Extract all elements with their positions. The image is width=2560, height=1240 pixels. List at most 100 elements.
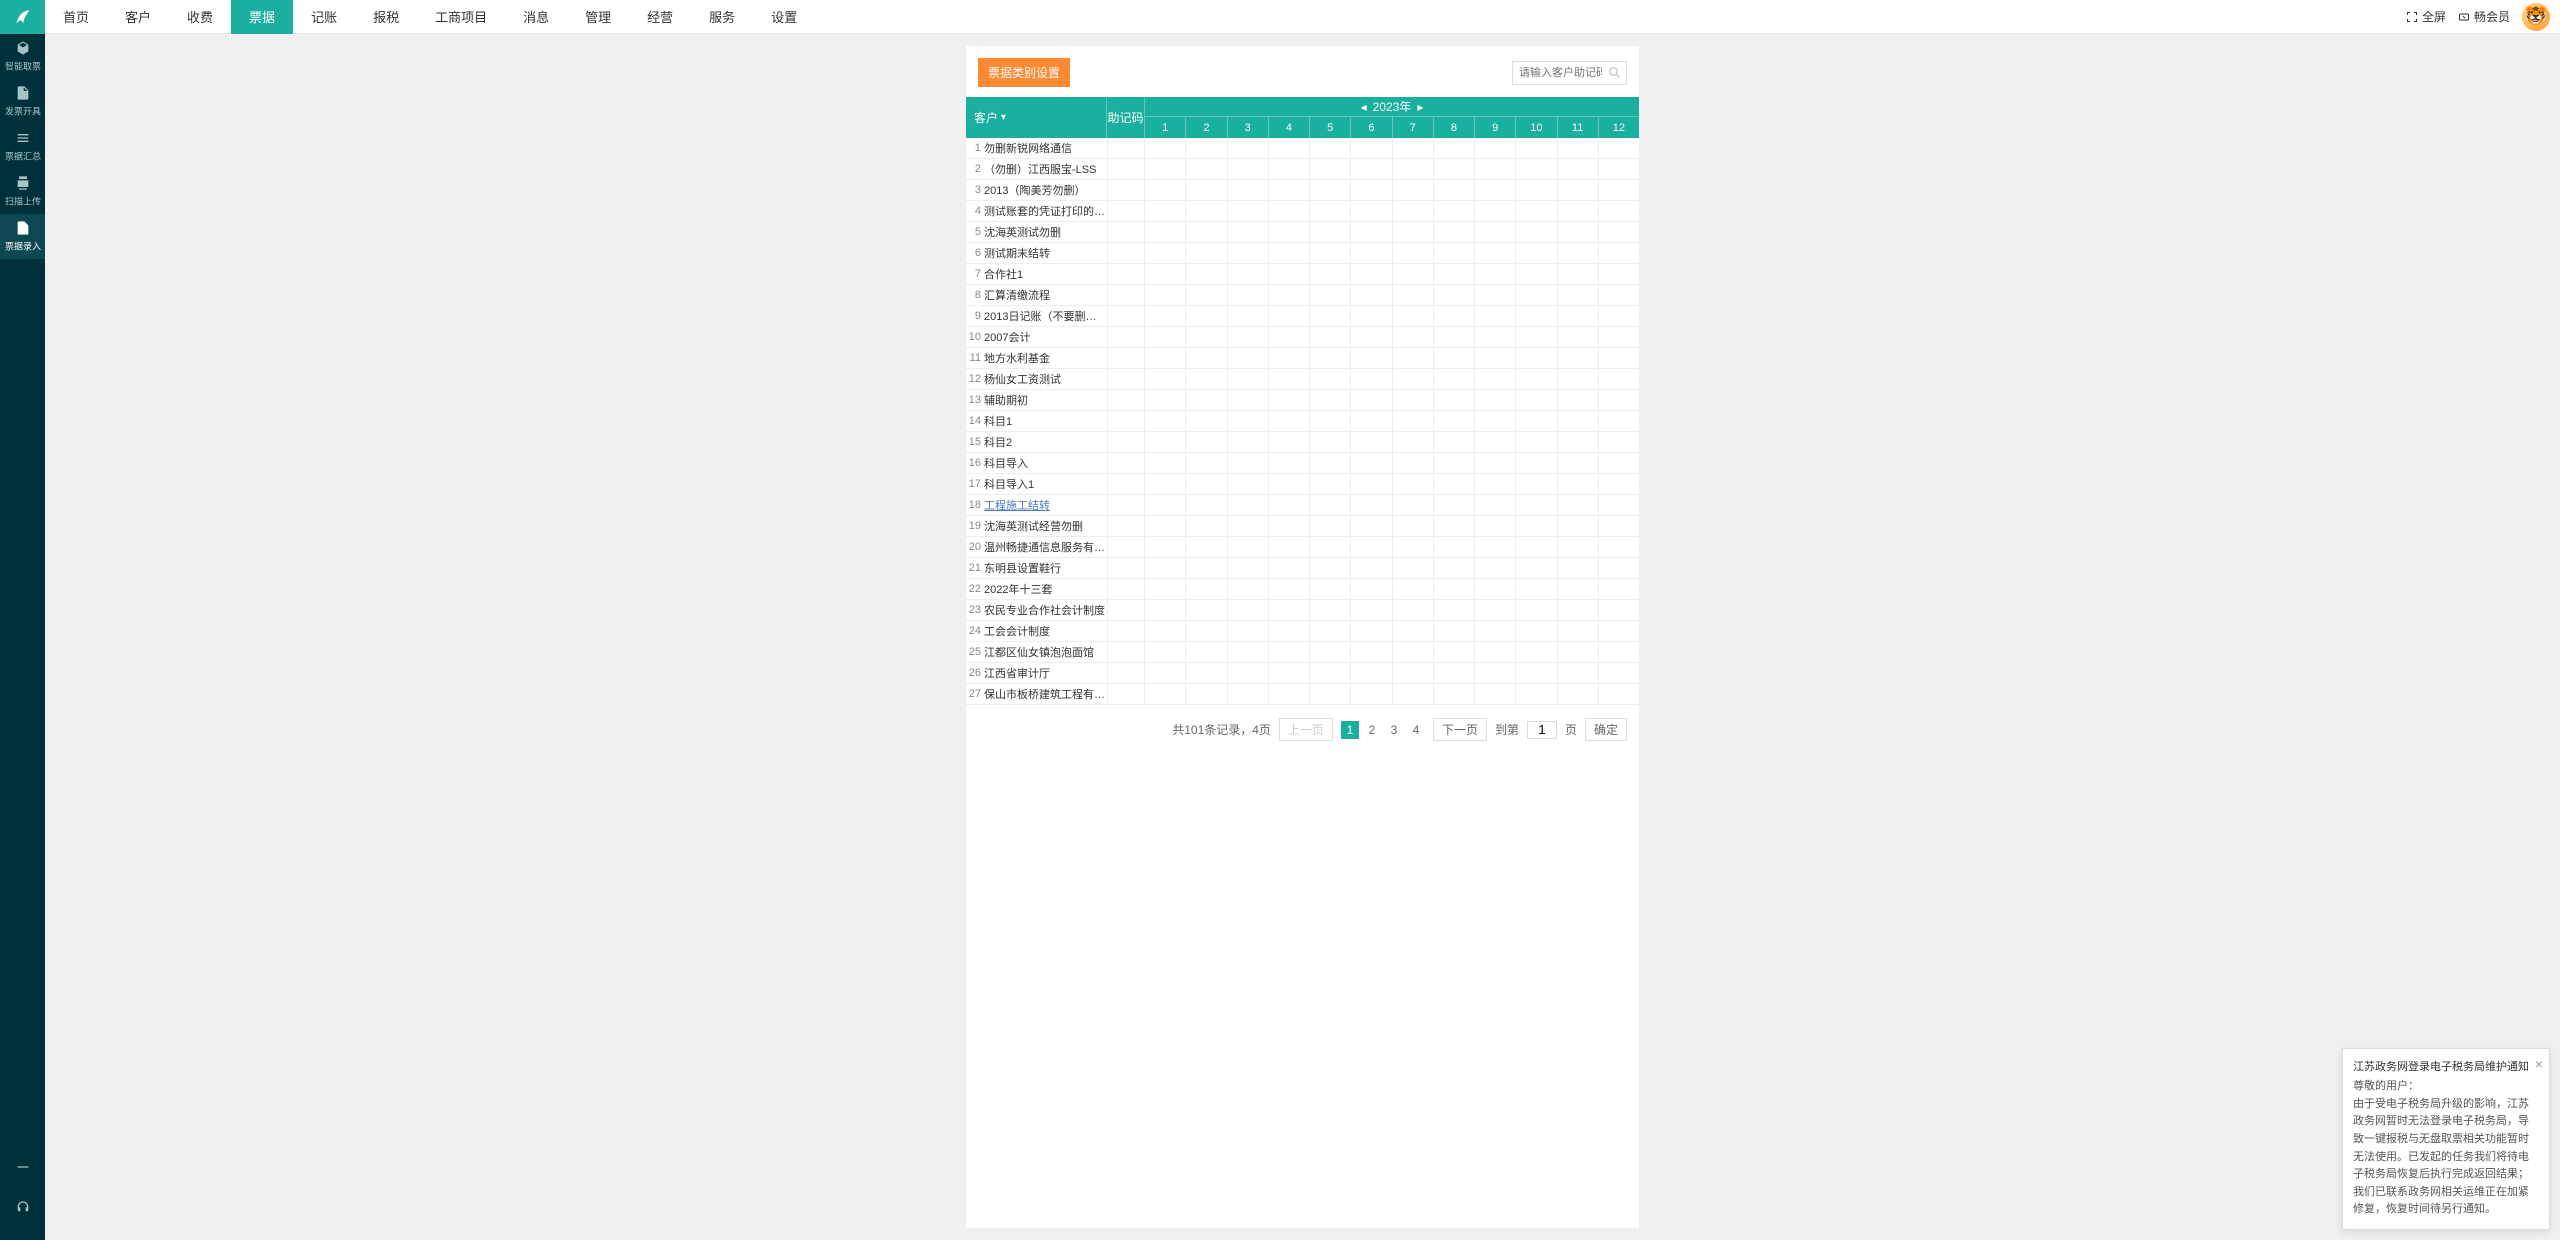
topnav-item-11[interactable]: 设置	[753, 0, 815, 34]
month-header-12[interactable]: 12	[1599, 117, 1639, 138]
month-cell[interactable]	[1393, 222, 1434, 242]
month-cell[interactable]	[1351, 390, 1392, 410]
month-cell[interactable]	[1351, 621, 1392, 641]
month-cell[interactable]	[1393, 159, 1434, 179]
month-cell[interactable]	[1516, 285, 1557, 305]
month-cell[interactable]	[1516, 264, 1557, 284]
table-row[interactable]: 20温州畅捷通信息服务有限公司	[966, 537, 1639, 558]
month-cell[interactable]	[1475, 579, 1516, 599]
month-cell[interactable]	[1310, 264, 1351, 284]
month-cell[interactable]	[1310, 411, 1351, 431]
month-cell[interactable]	[1475, 411, 1516, 431]
month-cell[interactable]	[1599, 285, 1639, 305]
month-cell[interactable]	[1145, 264, 1186, 284]
month-cell[interactable]	[1475, 663, 1516, 683]
month-cell[interactable]	[1516, 390, 1557, 410]
month-cell[interactable]	[1516, 474, 1557, 494]
month-cell[interactable]	[1516, 558, 1557, 578]
month-cell[interactable]	[1558, 243, 1599, 263]
month-cell[interactable]	[1186, 348, 1227, 368]
month-cell[interactable]	[1310, 432, 1351, 452]
month-cell[interactable]	[1351, 516, 1392, 536]
month-cell[interactable]	[1475, 138, 1516, 158]
month-cell[interactable]	[1558, 159, 1599, 179]
table-row[interactable]: 12杨仙女工资测试	[966, 369, 1639, 390]
month-cell[interactable]	[1351, 684, 1392, 704]
month-cell[interactable]	[1434, 138, 1475, 158]
month-cell[interactable]	[1269, 306, 1310, 326]
month-cell[interactable]	[1269, 285, 1310, 305]
month-cell[interactable]	[1228, 537, 1269, 557]
year-next[interactable]: ▸	[1417, 100, 1423, 114]
month-cell[interactable]	[1558, 684, 1599, 704]
month-cell[interactable]	[1186, 558, 1227, 578]
month-cell[interactable]	[1269, 390, 1310, 410]
month-cell[interactable]	[1351, 138, 1392, 158]
topnav-item-6[interactable]: 工商项目	[417, 0, 505, 34]
month-cell[interactable]	[1434, 474, 1475, 494]
table-row[interactable]: 23农民专业合作社会计制度	[966, 600, 1639, 621]
table-row[interactable]: 25江都区仙女镇泡泡面馆	[966, 642, 1639, 663]
month-cell[interactable]	[1434, 285, 1475, 305]
month-cell[interactable]	[1516, 621, 1557, 641]
month-cell[interactable]	[1269, 201, 1310, 221]
month-cell[interactable]	[1228, 621, 1269, 641]
month-header-1[interactable]: 1	[1145, 117, 1186, 138]
month-cell[interactable]	[1558, 558, 1599, 578]
month-cell[interactable]	[1310, 663, 1351, 683]
month-cell[interactable]	[1599, 264, 1639, 284]
month-cell[interactable]	[1269, 684, 1310, 704]
month-cell[interactable]	[1145, 306, 1186, 326]
month-cell[interactable]	[1310, 621, 1351, 641]
month-cell[interactable]	[1269, 159, 1310, 179]
month-cell[interactable]	[1393, 348, 1434, 368]
month-cell[interactable]	[1393, 474, 1434, 494]
month-cell[interactable]	[1558, 348, 1599, 368]
month-cell[interactable]	[1145, 453, 1186, 473]
topnav-item-3[interactable]: 票据	[231, 0, 293, 34]
month-cell[interactable]	[1145, 138, 1186, 158]
table-row[interactable]: 27保山市板桥建筑工程有限责任...	[966, 684, 1639, 705]
month-cell[interactable]	[1269, 642, 1310, 662]
month-cell[interactable]	[1351, 285, 1392, 305]
month-cell[interactable]	[1228, 138, 1269, 158]
month-cell[interactable]	[1558, 327, 1599, 347]
month-cell[interactable]	[1269, 453, 1310, 473]
month-cell[interactable]	[1434, 327, 1475, 347]
month-cell[interactable]	[1516, 453, 1557, 473]
month-cell[interactable]	[1516, 222, 1557, 242]
month-cell[interactable]	[1599, 180, 1639, 200]
month-cell[interactable]	[1310, 306, 1351, 326]
pager-page-3[interactable]: 3	[1385, 721, 1403, 739]
month-cell[interactable]	[1310, 390, 1351, 410]
month-cell[interactable]	[1351, 327, 1392, 347]
month-cell[interactable]	[1516, 600, 1557, 620]
month-cell[interactable]	[1310, 684, 1351, 704]
month-cell[interactable]	[1310, 516, 1351, 536]
month-cell[interactable]	[1599, 621, 1639, 641]
month-cell[interactable]	[1516, 327, 1557, 347]
month-cell[interactable]	[1269, 663, 1310, 683]
month-cell[interactable]	[1393, 138, 1434, 158]
month-cell[interactable]	[1310, 579, 1351, 599]
month-cell[interactable]	[1186, 264, 1227, 284]
month-cell[interactable]	[1351, 159, 1392, 179]
month-cell[interactable]	[1599, 579, 1639, 599]
table-row[interactable]: 4测试账套的凭证打印的时候是否	[966, 201, 1639, 222]
month-cell[interactable]	[1475, 642, 1516, 662]
table-row[interactable]: 19沈海英测试经营勿删	[966, 516, 1639, 537]
month-cell[interactable]	[1558, 201, 1599, 221]
month-cell[interactable]	[1351, 495, 1392, 515]
month-cell[interactable]	[1475, 453, 1516, 473]
month-cell[interactable]	[1228, 516, 1269, 536]
table-row[interactable]: 15科目2	[966, 432, 1639, 453]
month-cell[interactable]	[1558, 264, 1599, 284]
month-cell[interactable]	[1434, 369, 1475, 389]
table-row[interactable]: 92013日记账（不要删除哈，谢...	[966, 306, 1639, 327]
month-cell[interactable]	[1228, 411, 1269, 431]
month-cell[interactable]	[1393, 264, 1434, 284]
table-row[interactable]: 5沈海英测试勿删	[966, 222, 1639, 243]
month-cell[interactable]	[1186, 285, 1227, 305]
month-cell[interactable]	[1351, 306, 1392, 326]
month-cell[interactable]	[1434, 621, 1475, 641]
